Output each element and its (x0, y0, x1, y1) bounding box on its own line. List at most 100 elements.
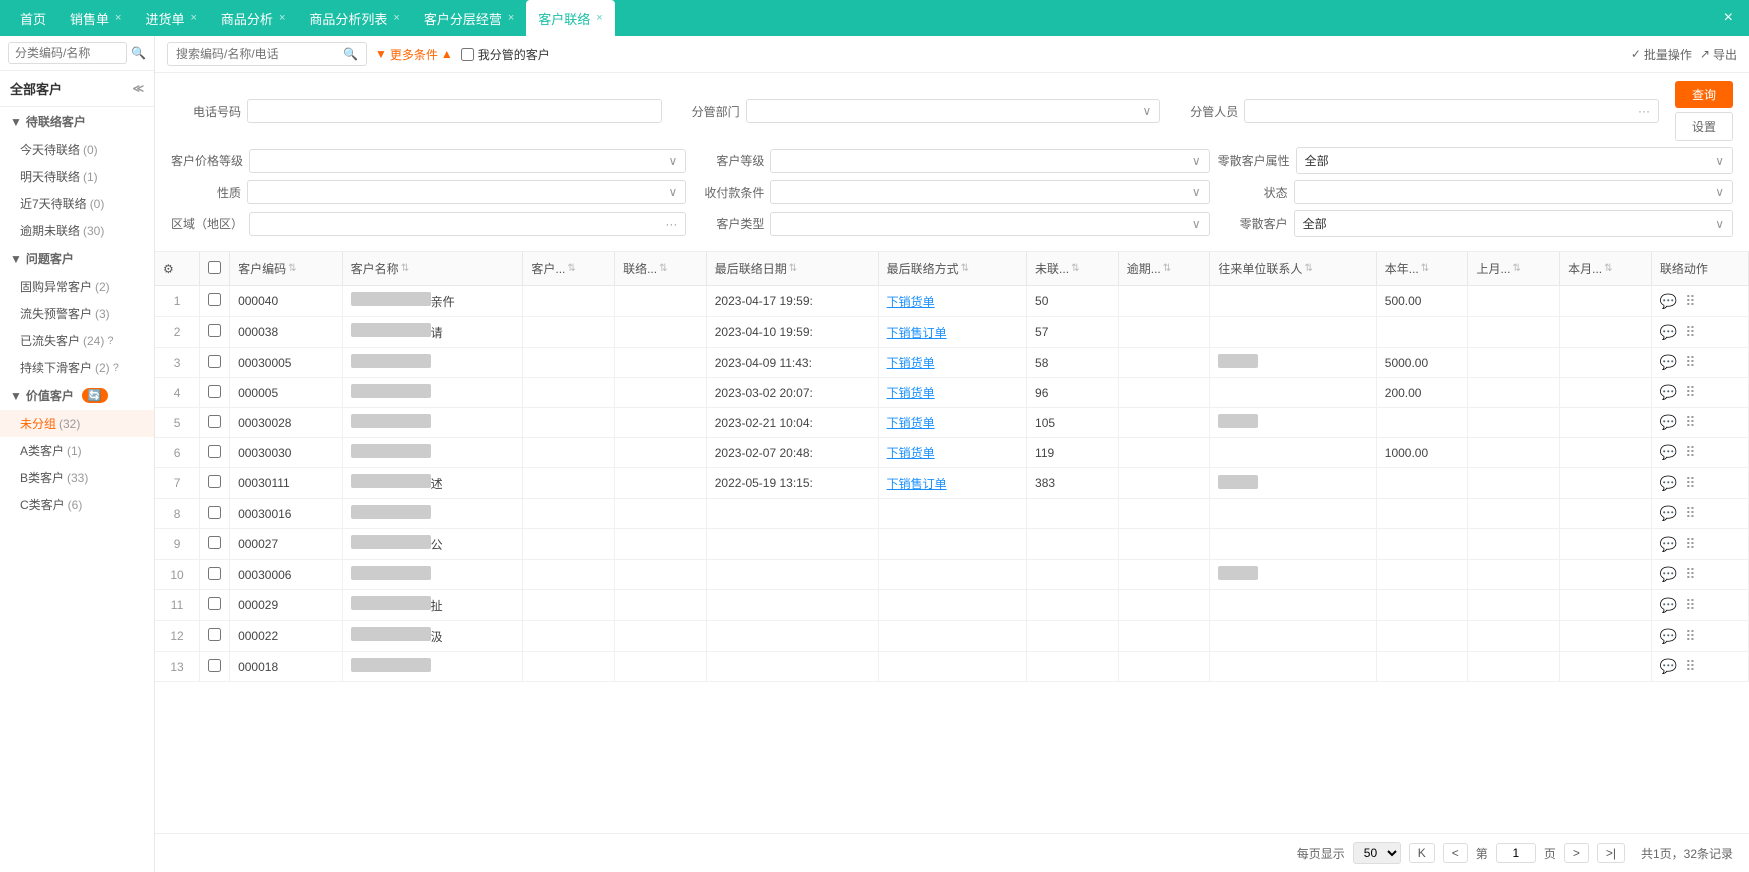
more-action-icon[interactable]: ⠿ (1685, 475, 1695, 492)
region-select[interactable]: ··· (249, 212, 686, 236)
message-action-icon[interactable]: 💬 (1660, 658, 1677, 675)
more-action-icon[interactable]: ⠿ (1685, 414, 1695, 431)
message-action-icon[interactable]: 💬 (1660, 354, 1677, 371)
message-action-icon[interactable]: 💬 (1660, 444, 1677, 461)
more-action-icon[interactable]: ⠿ (1685, 597, 1695, 614)
last-contact-way-link[interactable]: 下销售订单 (887, 477, 947, 491)
close-customer-contact-icon[interactable]: × (596, 12, 602, 24)
customer-level-select[interactable]: ∨ (770, 149, 1209, 173)
status-select[interactable]: ∨ (1294, 180, 1733, 204)
nav-tab-customer-contact[interactable]: 客户联络 × (526, 0, 614, 36)
per-page-select[interactable]: 50 (1353, 842, 1401, 864)
nav-tab-customer-tier[interactable]: 客户分层经营 × (412, 0, 526, 36)
payment-select[interactable]: ∨ (770, 180, 1209, 204)
sidebar-item-declining[interactable]: 持续下滑客户 (2) ? (0, 354, 154, 381)
sidebar-item-c-class[interactable]: C类客户 (6) (0, 491, 154, 518)
more-action-icon[interactable]: ⠿ (1685, 324, 1695, 341)
close-customer-tier-icon[interactable]: × (508, 12, 514, 24)
more-action-icon[interactable]: ⠿ (1685, 354, 1695, 371)
message-action-icon[interactable]: 💬 (1660, 293, 1677, 310)
last-contact-way-link[interactable]: 下销货单 (887, 446, 935, 460)
row-checkbox[interactable] (208, 293, 221, 306)
message-action-icon[interactable]: 💬 (1660, 414, 1677, 431)
page-input[interactable] (1496, 843, 1536, 863)
sidebar-item-today-pending[interactable]: 今天待联络 (0) (0, 136, 154, 163)
dept-select[interactable]: ∨ (746, 99, 1161, 123)
export-button[interactable]: ↗ 导出 (1700, 46, 1737, 63)
last-contact-way-link[interactable]: 下销货单 (887, 356, 935, 370)
message-action-icon[interactable]: 💬 (1660, 536, 1677, 553)
sidebar-search-icon[interactable]: 🔍 (131, 46, 146, 60)
message-action-icon[interactable]: 💬 (1660, 475, 1677, 492)
more-action-icon[interactable]: ⠿ (1685, 628, 1695, 645)
phone-input[interactable] (247, 99, 662, 123)
close-analysis-icon[interactable]: × (279, 12, 285, 24)
gear-column-header[interactable]: ⚙ (155, 252, 200, 286)
close-purchase-icon[interactable]: × (190, 12, 196, 24)
last-contact-way-link[interactable]: 下销货单 (887, 386, 935, 400)
row-checkbox[interactable] (208, 628, 221, 641)
prev-page-button[interactable]: < (1443, 843, 1468, 863)
my-customers-input[interactable] (461, 48, 474, 61)
scatter-attr-select[interactable]: 全部 ∨ (1296, 147, 1733, 174)
my-customers-checkbox[interactable]: 我分管的客户 (461, 46, 550, 63)
sidebar-item-ungroup[interactable]: 未分组 (32) (0, 410, 154, 437)
row-checkbox[interactable] (208, 567, 221, 580)
message-action-icon[interactable]: 💬 (1660, 566, 1677, 583)
sidebar-item-b-class[interactable]: B类客户 (33) (0, 464, 154, 491)
all-customers-header[interactable]: 全部客户 ≪ (0, 71, 154, 107)
problem-customers-group[interactable]: ▼ 问题客户 (0, 244, 154, 273)
last-contact-way-link[interactable]: 下销货单 (887, 295, 935, 309)
more-action-icon[interactable]: ⠿ (1685, 536, 1695, 553)
row-checkbox[interactable] (208, 324, 221, 337)
search-icon[interactable]: 🔍 (343, 47, 358, 61)
more-action-icon[interactable]: ⠿ (1685, 505, 1695, 522)
nav-tab-analysis-list[interactable]: 商品分析列表 × (297, 0, 411, 36)
close-all-button[interactable]: × (1716, 9, 1741, 27)
nav-tab-sales[interactable]: 销售单 × (58, 0, 133, 36)
sidebar-item-a-class[interactable]: A类客户 (1) (0, 437, 154, 464)
more-action-icon[interactable]: ⠿ (1685, 384, 1695, 401)
sidebar-item-overdue-pending[interactable]: 逾期未联络 (30) (0, 217, 154, 244)
more-action-icon[interactable]: ⠿ (1685, 293, 1695, 310)
scatter-customer-select[interactable]: 全部 ∨ (1294, 210, 1733, 237)
row-checkbox[interactable] (208, 536, 221, 549)
nav-tab-home[interactable]: 首页 (8, 0, 58, 36)
price-level-select[interactable]: ∨ (249, 149, 686, 173)
message-action-icon[interactable]: 💬 (1660, 597, 1677, 614)
row-checkbox[interactable] (208, 385, 221, 398)
checkbox-column-header[interactable] (200, 252, 230, 286)
more-action-icon[interactable]: ⠿ (1685, 658, 1695, 675)
select-all-checkbox[interactable] (208, 261, 221, 274)
more-conditions-button[interactable]: ▼ 更多条件 ▲ (375, 46, 453, 63)
last-contact-way-link[interactable]: 下销售订单 (887, 326, 947, 340)
search-input[interactable] (176, 47, 343, 61)
batch-operation-button[interactable]: ✓ 批量操作 (1631, 46, 1692, 63)
row-checkbox[interactable] (208, 475, 221, 488)
close-sales-icon[interactable]: × (115, 12, 121, 24)
nature-select[interactable]: ∨ (247, 180, 686, 204)
sidebar-item-churn-warning[interactable]: 流失预警客户 (3) (0, 300, 154, 327)
sidebar-item-churned[interactable]: 已流失客户 (24) ? (0, 327, 154, 354)
nav-tab-purchase[interactable]: 进货单 × (133, 0, 208, 36)
message-action-icon[interactable]: 💬 (1660, 324, 1677, 341)
row-checkbox[interactable] (208, 659, 221, 672)
last-contact-way-link[interactable]: 下销货单 (887, 416, 935, 430)
more-action-icon[interactable]: ⠿ (1685, 444, 1695, 461)
row-checkbox[interactable] (208, 415, 221, 428)
sidebar-item-tomorrow-pending[interactable]: 明天待联络 (1) (0, 163, 154, 190)
last-page-button[interactable]: >| (1597, 843, 1625, 863)
row-checkbox[interactable] (208, 355, 221, 368)
message-action-icon[interactable]: 💬 (1660, 384, 1677, 401)
query-button[interactable]: 查询 (1675, 81, 1733, 108)
message-action-icon[interactable]: 💬 (1660, 505, 1677, 522)
more-action-icon[interactable]: ⠿ (1685, 566, 1695, 583)
sidebar-item-abnormal[interactable]: 固购异常客户 (2) (0, 273, 154, 300)
score-customers-group[interactable]: ▼ 价值客户 🔄 (0, 381, 154, 410)
row-checkbox[interactable] (208, 445, 221, 458)
sidebar-search-input[interactable] (8, 42, 127, 64)
close-analysis-list-icon[interactable]: × (393, 12, 399, 24)
message-action-icon[interactable]: 💬 (1660, 628, 1677, 645)
sidebar-item-7day-pending[interactable]: 近7天待联络 (0) (0, 190, 154, 217)
manager-select[interactable]: ··· (1244, 99, 1659, 123)
